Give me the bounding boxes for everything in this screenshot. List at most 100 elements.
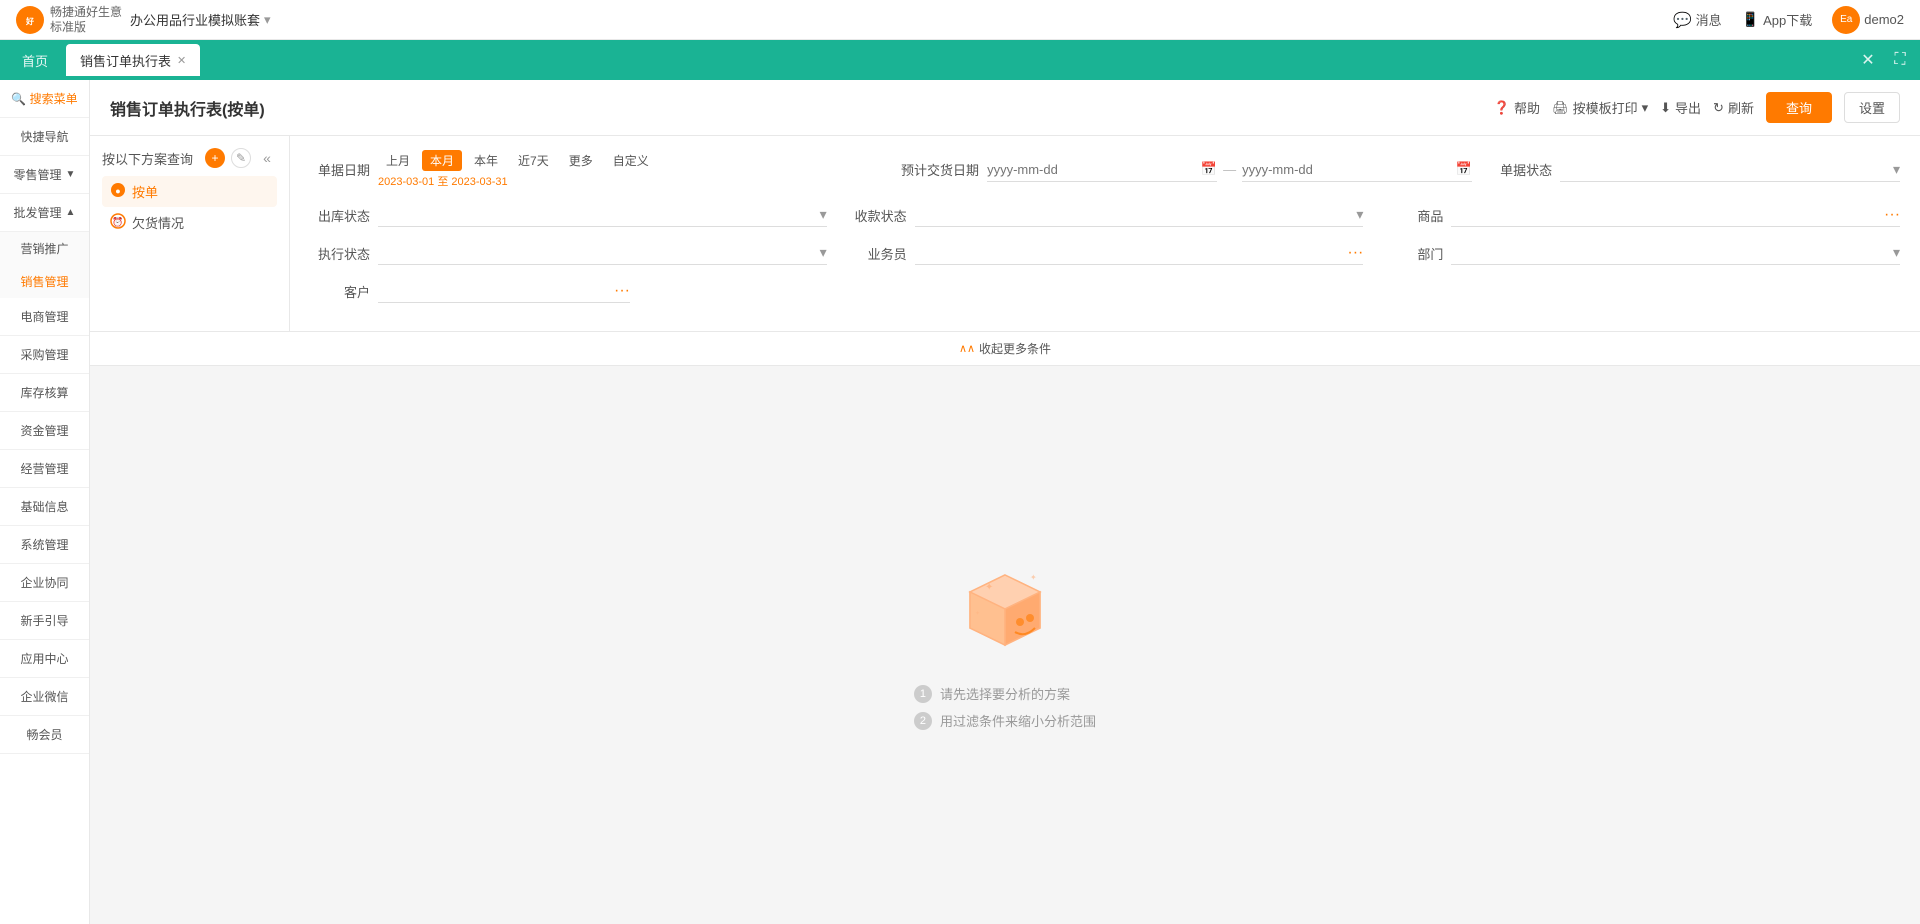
help-action[interactable]: ❓ 帮助 <box>1494 98 1540 117</box>
salesperson-more-icon[interactable]: ··· <box>1347 244 1363 262</box>
forecast-date-from-input[interactable] <box>987 158 1197 181</box>
filter-date-field: 单据日期 上月 本月 本年 近7天 更多 自定义 2023-03-01 至 20… <box>310 150 881 189</box>
top-header: 好 畅捷通好生意 标准版 办公用品行业模拟账套 ▾ 💬 消息 📱 App下载 E… <box>0 0 1920 40</box>
refresh-action[interactable]: ↻ 刷新 <box>1713 98 1754 117</box>
sidebar-item-ecommerce[interactable]: 电商管理 <box>0 298 89 336</box>
scheme-circle-icon: ● <box>110 182 126 201</box>
forecast-date-to-input[interactable] <box>1242 158 1452 181</box>
print-arrow-icon: ▾ <box>1642 100 1649 116</box>
sidebar-item-newbie[interactable]: 新手引导 <box>0 602 89 640</box>
template-print-action[interactable]: 🖨 按模板打印 ▾ <box>1552 98 1648 117</box>
sidebar-item-basic[interactable]: 基础信息 <box>0 488 89 526</box>
filter-scheme-panel: 按以下方案查询 + ✎ « ● 按单 <box>90 136 290 331</box>
tab-bar: 首页 销售订单执行表 ✕ ✕ ⛶ <box>0 40 1920 80</box>
refresh-icon: ↻ <box>1713 100 1724 116</box>
collapse-bar[interactable]: ∧∧ 收起更多条件 <box>90 332 1920 366</box>
query-button[interactable]: 查询 <box>1766 92 1832 123</box>
empty-step-2: 2 用过滤条件来缩小分析范围 <box>914 711 1096 730</box>
sidebar-item-operation[interactable]: 经营管理 <box>0 450 89 488</box>
bill-status-input[interactable] <box>1560 158 1889 181</box>
empty-state: ✦ ✦ ✦ 1 请先选择要分析的方案 2 用过滤条件来缩小分析范围 <box>90 366 1920 924</box>
btn-this-year[interactable]: 本年 <box>466 150 506 171</box>
exec-status-input[interactable] <box>378 241 816 264</box>
sidebar-item-sales[interactable]: 销售管理 <box>0 265 89 298</box>
sidebar-item-finance[interactable]: 资金管理 <box>0 412 89 450</box>
filter-receipt-status-field: 收款状态 ▾ <box>847 203 1364 227</box>
tab-close-icon[interactable]: ✕ <box>177 54 186 67</box>
step-1-num: 1 <box>914 685 932 703</box>
page-header-actions: ❓ 帮助 🖨 按模板打印 ▾ ⬇ 导出 ↻ 刷新 查询 设置 <box>1494 92 1900 135</box>
sidebar-item-enterprise[interactable]: 企业协同 <box>0 564 89 602</box>
calendar-to-icon[interactable]: 📅 <box>1456 161 1472 177</box>
scheme-press[interactable]: ● 按单 <box>102 176 277 207</box>
header-right: 💬 消息 📱 App下载 Ea demo2 <box>1673 6 1904 34</box>
add-scheme-btn[interactable]: + <box>205 148 225 168</box>
edit-scheme-btn[interactable]: ✎ <box>231 148 251 168</box>
svg-text:✦: ✦ <box>975 610 980 617</box>
receipt-status-arrow-icon[interactable]: ▾ <box>1356 206 1363 223</box>
out-status-arrow-icon[interactable]: ▾ <box>820 206 827 223</box>
sidebar-item-retail[interactable]: 零售管理 ▼ <box>0 156 89 194</box>
goods-input[interactable] <box>1451 203 1876 226</box>
calendar-from-icon[interactable]: 📅 <box>1201 161 1217 177</box>
sidebar-item-wholesale[interactable]: 批发管理 ▲ <box>0 194 89 232</box>
svg-text:好: 好 <box>25 16 34 26</box>
empty-step-1: 1 请先选择要分析的方案 <box>914 684 1096 703</box>
filter-dept-field: 部门 ▾ <box>1383 241 1900 265</box>
page-title: 销售订单执行表(按单) <box>110 96 265 132</box>
dept-arrow-icon[interactable]: ▾ <box>1893 244 1900 261</box>
avatar: Ea <box>1832 6 1860 34</box>
empty-steps: 1 请先选择要分析的方案 2 用过滤条件来缩小分析范围 <box>914 684 1096 730</box>
tab-expand-btn[interactable]: ⛶ <box>1888 48 1912 72</box>
receipt-status-input[interactable] <box>915 203 1353 226</box>
svg-text:✦: ✦ <box>1030 573 1037 582</box>
sidebar-item-purchase[interactable]: 采购管理 <box>0 336 89 374</box>
salesperson-input[interactable] <box>915 241 1340 264</box>
sidebar-item-wechat[interactable]: 企业微信 <box>0 678 89 716</box>
scheme-debt[interactable]: ⏰ 欠货情况 <box>102 207 277 238</box>
export-action[interactable]: ⬇ 导出 <box>1660 98 1701 117</box>
page-header: 销售订单执行表(按单) ❓ 帮助 🖨 按模板打印 ▾ ⬇ 导出 ↻ 刷新 <box>90 80 1920 136</box>
logo-area: 好 畅捷通好生意 标准版 <box>16 5 122 34</box>
btn-7days[interactable]: 近7天 <box>510 150 557 171</box>
sidebar: 🔍 搜索菜单 快捷导航 零售管理 ▼ 批发管理 ▲ 营销推广 销售管理 电商管理… <box>0 80 90 924</box>
filter-salesperson-field: 业务员 ··· <box>847 241 1364 265</box>
step-2-num: 2 <box>914 712 932 730</box>
btn-more[interactable]: 更多 <box>561 150 601 171</box>
btn-custom[interactable]: 自定义 <box>605 150 657 171</box>
btn-last-month[interactable]: 上月 <box>378 150 418 171</box>
sidebar-item-app-center[interactable]: 应用中心 <box>0 640 89 678</box>
user-action[interactable]: Ea demo2 <box>1832 6 1904 34</box>
setting-button[interactable]: 设置 <box>1844 92 1900 123</box>
exec-status-arrow-icon[interactable]: ▾ <box>820 244 827 261</box>
bill-status-arrow-icon[interactable]: ▾ <box>1893 161 1900 178</box>
tab-sales-order[interactable]: 销售订单执行表 ✕ <box>66 44 200 76</box>
app-download-action[interactable]: 📱 App下载 <box>1742 10 1813 29</box>
main-layout: 🔍 搜索菜单 快捷导航 零售管理 ▼ 批发管理 ▲ 营销推广 销售管理 电商管理… <box>0 80 1920 924</box>
sidebar-item-inventory[interactable]: 库存核算 <box>0 374 89 412</box>
sidebar-item-marketing[interactable]: 营销推广 <box>0 232 89 265</box>
date-area: 上月 本月 本年 近7天 更多 自定义 2023-03-01 至 2023-03… <box>378 150 881 189</box>
collapse-scheme-btn[interactable]: « <box>257 148 277 168</box>
bill-status-select-wrap: ▾ <box>1560 158 1900 182</box>
customer-input[interactable] <box>378 279 606 302</box>
tab-close-window-btn[interactable]: ✕ <box>1856 48 1880 72</box>
filter-row-1: 单据日期 上月 本月 本年 近7天 更多 自定义 2023-03-01 至 20… <box>310 150 1900 189</box>
filter-row-4: 客户 ··· <box>310 279 1900 303</box>
out-status-input[interactable] <box>378 203 816 226</box>
goods-more-icon[interactable]: ··· <box>1884 206 1900 224</box>
sidebar-item-member[interactable]: 畅会员 <box>0 716 89 754</box>
message-icon: 💬 <box>1673 11 1692 29</box>
sidebar-quick-nav[interactable]: 快捷导航 <box>0 118 89 156</box>
app-icon: 📱 <box>1742 11 1759 28</box>
sidebar-search[interactable]: 🔍 搜索菜单 <box>0 80 89 118</box>
sidebar-item-system[interactable]: 系统管理 <box>0 526 89 564</box>
tab-home[interactable]: 首页 <box>8 44 62 76</box>
dept-input[interactable] <box>1451 241 1889 264</box>
breadcrumb[interactable]: 办公用品行业模拟账套 ▾ <box>130 10 271 29</box>
svg-text:⏰: ⏰ <box>112 216 123 227</box>
customer-more-icon[interactable]: ··· <box>614 282 630 300</box>
filter-forecast-date-field: 预计交货日期 📅 — 📅 <box>901 158 1472 182</box>
message-action[interactable]: 💬 消息 <box>1673 10 1722 29</box>
btn-this-month[interactable]: 本月 <box>422 150 462 171</box>
